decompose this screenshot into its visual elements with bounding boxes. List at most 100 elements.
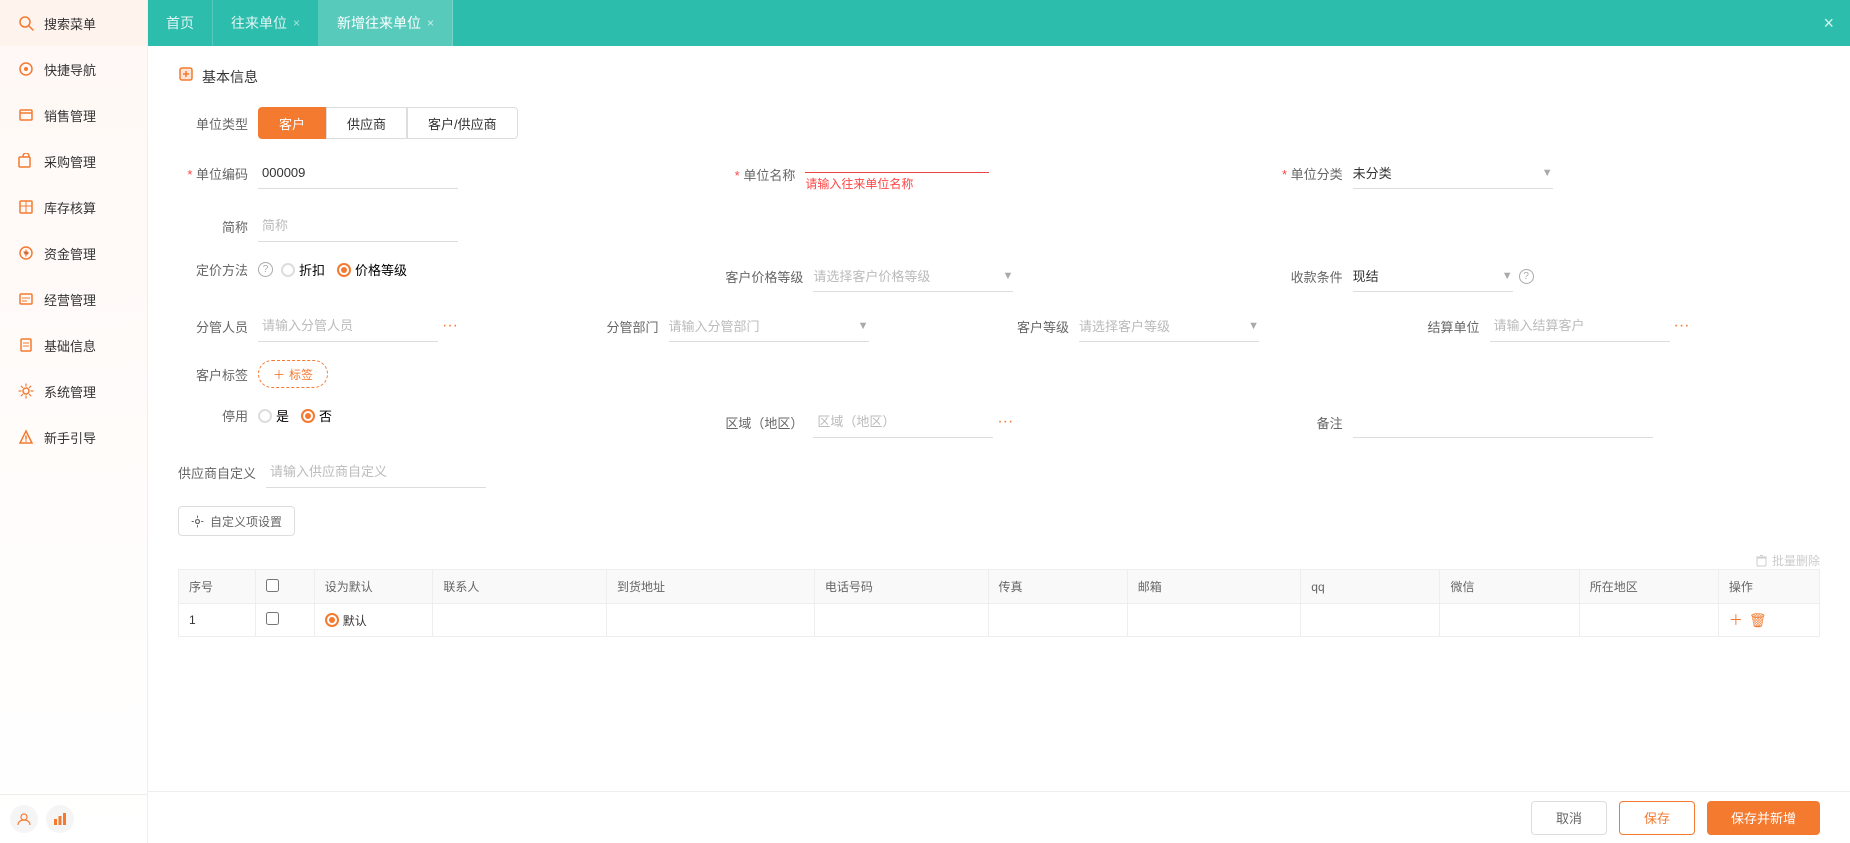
phone-input[interactable] — [825, 613, 905, 627]
cell-contact[interactable] — [433, 604, 607, 637]
fax-input[interactable] — [999, 613, 1059, 627]
radio-no-label: 否 — [319, 406, 332, 425]
sidebar-item-basics[interactable]: 基础信息 — [0, 322, 147, 368]
region-table-input[interactable] — [1590, 613, 1650, 627]
supplier-custom-input[interactable] — [266, 456, 486, 488]
sidebar-sales-label: 销售管理 — [44, 106, 96, 125]
tab-new-partner-close[interactable]: × — [427, 16, 434, 30]
sidebar-purchase-label: 采购管理 — [44, 152, 96, 171]
trash-icon — [1755, 554, 1768, 567]
cancel-button[interactable]: 取消 — [1531, 801, 1607, 835]
pricing-help-icon[interactable]: ? — [258, 262, 273, 277]
radio-price-level[interactable]: 价格等级 — [337, 260, 407, 279]
region-label: 区域（地区） — [725, 413, 813, 432]
radio-no[interactable]: 否 — [301, 406, 332, 425]
section-title: 基本信息 — [202, 67, 258, 87]
col-fax: 传真 — [988, 570, 1127, 604]
cell-address[interactable] — [606, 604, 814, 637]
cell-phone[interactable] — [814, 604, 988, 637]
cell-default: 默认 — [314, 604, 433, 637]
payment-terms-select[interactable]: 现结 ▼ — [1353, 260, 1513, 292]
customer-level-select[interactable]: 请选择客户等级 ▼ — [1079, 310, 1259, 342]
sidebar-guide-label: 新手引导 — [44, 428, 96, 447]
code-name-category-row: 单位编码 单位名称 请输入往来单位名称 单位分类 未分类 ▼ — [178, 157, 1820, 192]
add-tag-button[interactable]: ＋ 标签 — [258, 360, 328, 388]
email-input[interactable] — [1138, 613, 1218, 627]
tab-partner-list-label: 往来单位 — [231, 13, 287, 33]
stats-icon[interactable] — [46, 805, 74, 833]
radio-yes-label: 是 — [276, 406, 289, 425]
payment-terms-help-icon[interactable]: ? — [1519, 269, 1534, 284]
payment-terms-group: 收款条件 现结 ▼ ? — [1273, 260, 1820, 292]
col-qq: qq — [1301, 570, 1440, 604]
customer-level-group: 客户等级 请选择客户等级 ▼ — [999, 310, 1410, 342]
sidebar-item-operations[interactable]: 经营管理 — [0, 276, 147, 322]
region-more-btn[interactable]: ··· — [993, 413, 1017, 431]
disable-radio-group: 是 否 — [258, 406, 332, 425]
sidebar-item-sales[interactable]: 销售管理 — [0, 92, 147, 138]
save-button[interactable]: 保存 — [1619, 801, 1695, 835]
delete-row-icon[interactable]: 🗑 — [1749, 612, 1767, 629]
unit-code-input[interactable] — [258, 157, 458, 189]
sidebar: 搜索菜单 快捷导航 销售管理 采购管理 库存核算 资金管理 经营管理 — [0, 0, 148, 843]
btn-supplier[interactable]: 供应商 — [326, 107, 407, 139]
region-group: 区域（地区） ··· — [725, 406, 1272, 438]
select-all-checkbox[interactable] — [266, 579, 279, 592]
close-all-tabs[interactable]: × — [1807, 0, 1850, 46]
tab-new-partner[interactable]: 新增往来单位 × — [319, 0, 453, 46]
radio-discount[interactable]: 折扣 — [281, 260, 325, 279]
sidebar-item-quicknav[interactable]: 快捷导航 — [0, 46, 147, 92]
contact-input[interactable] — [443, 613, 523, 627]
sidebar-item-inventory[interactable]: 库存核算 — [0, 184, 147, 230]
tab-partner-list[interactable]: 往来单位 × — [213, 0, 319, 46]
sidebar-search-label: 搜索菜单 — [44, 14, 96, 33]
system-icon — [16, 381, 36, 401]
unit-name-group: 单位名称 请输入往来单位名称 — [725, 157, 1272, 192]
cell-qq[interactable] — [1301, 604, 1440, 637]
address-input[interactable] — [617, 613, 717, 627]
sidebar-item-system[interactable]: 系统管理 — [0, 368, 147, 414]
sidebar-item-search[interactable]: 搜索菜单 — [0, 0, 147, 46]
batch-delete-btn[interactable]: 批量删除 — [1755, 552, 1820, 569]
cell-fax[interactable] — [988, 604, 1127, 637]
unit-name-input[interactable] — [805, 157, 989, 173]
col-check[interactable] — [256, 570, 314, 604]
qq-input[interactable] — [1311, 613, 1371, 627]
settle-unit-input[interactable] — [1490, 310, 1670, 342]
add-row-icon[interactable]: ＋ — [1729, 610, 1743, 630]
manager-input[interactable] — [258, 310, 438, 342]
sidebar-item-guide[interactable]: 新手引导 — [0, 414, 147, 460]
unit-category-select[interactable]: 未分类 ▼ — [1353, 157, 1553, 189]
sidebar-item-finance[interactable]: 资金管理 — [0, 230, 147, 276]
radio-yes[interactable]: 是 — [258, 406, 289, 425]
cell-email[interactable] — [1127, 604, 1301, 637]
cell-region[interactable] — [1579, 604, 1718, 637]
btn-customer[interactable]: 客户 — [258, 107, 326, 139]
user-avatar-icon[interactable] — [10, 805, 38, 833]
row-checkbox[interactable] — [266, 612, 279, 625]
finance-icon — [16, 243, 36, 263]
custom-settings-button[interactable]: 自定义项设置 — [178, 506, 295, 536]
manager-group: 分管人员 ··· — [178, 310, 589, 342]
settle-unit-more-btn[interactable]: ··· — [1670, 317, 1694, 335]
manager-more-btn[interactable]: ··· — [438, 317, 462, 335]
dept-select[interactable]: 请输入分管部门 ▼ — [669, 310, 869, 342]
region-input[interactable] — [813, 406, 993, 438]
default-radio-circle — [325, 613, 339, 627]
tab-home[interactable]: 首页 — [148, 0, 213, 46]
cell-check[interactable] — [256, 604, 314, 637]
default-radio[interactable]: 默认 — [325, 612, 423, 629]
btn-both[interactable]: 客户/供应商 — [407, 107, 518, 139]
customer-price-level-select[interactable]: 请选择客户价格等级 ▼ — [813, 260, 1013, 292]
sidebar-basics-label: 基础信息 — [44, 336, 96, 355]
inventory-icon — [16, 197, 36, 217]
abbr-input[interactable] — [258, 210, 458, 242]
sidebar-item-purchase[interactable]: 采购管理 — [0, 138, 147, 184]
pricing-method-group: 定价方法 ? 折扣 价格等级 — [178, 260, 725, 279]
save-and-new-button[interactable]: 保存并新增 — [1707, 801, 1820, 835]
tab-partner-list-close[interactable]: × — [293, 16, 300, 30]
default-label: 默认 — [343, 612, 367, 629]
wechat-input[interactable] — [1450, 613, 1510, 627]
notes-input[interactable] — [1353, 406, 1653, 438]
cell-wechat[interactable] — [1440, 604, 1579, 637]
